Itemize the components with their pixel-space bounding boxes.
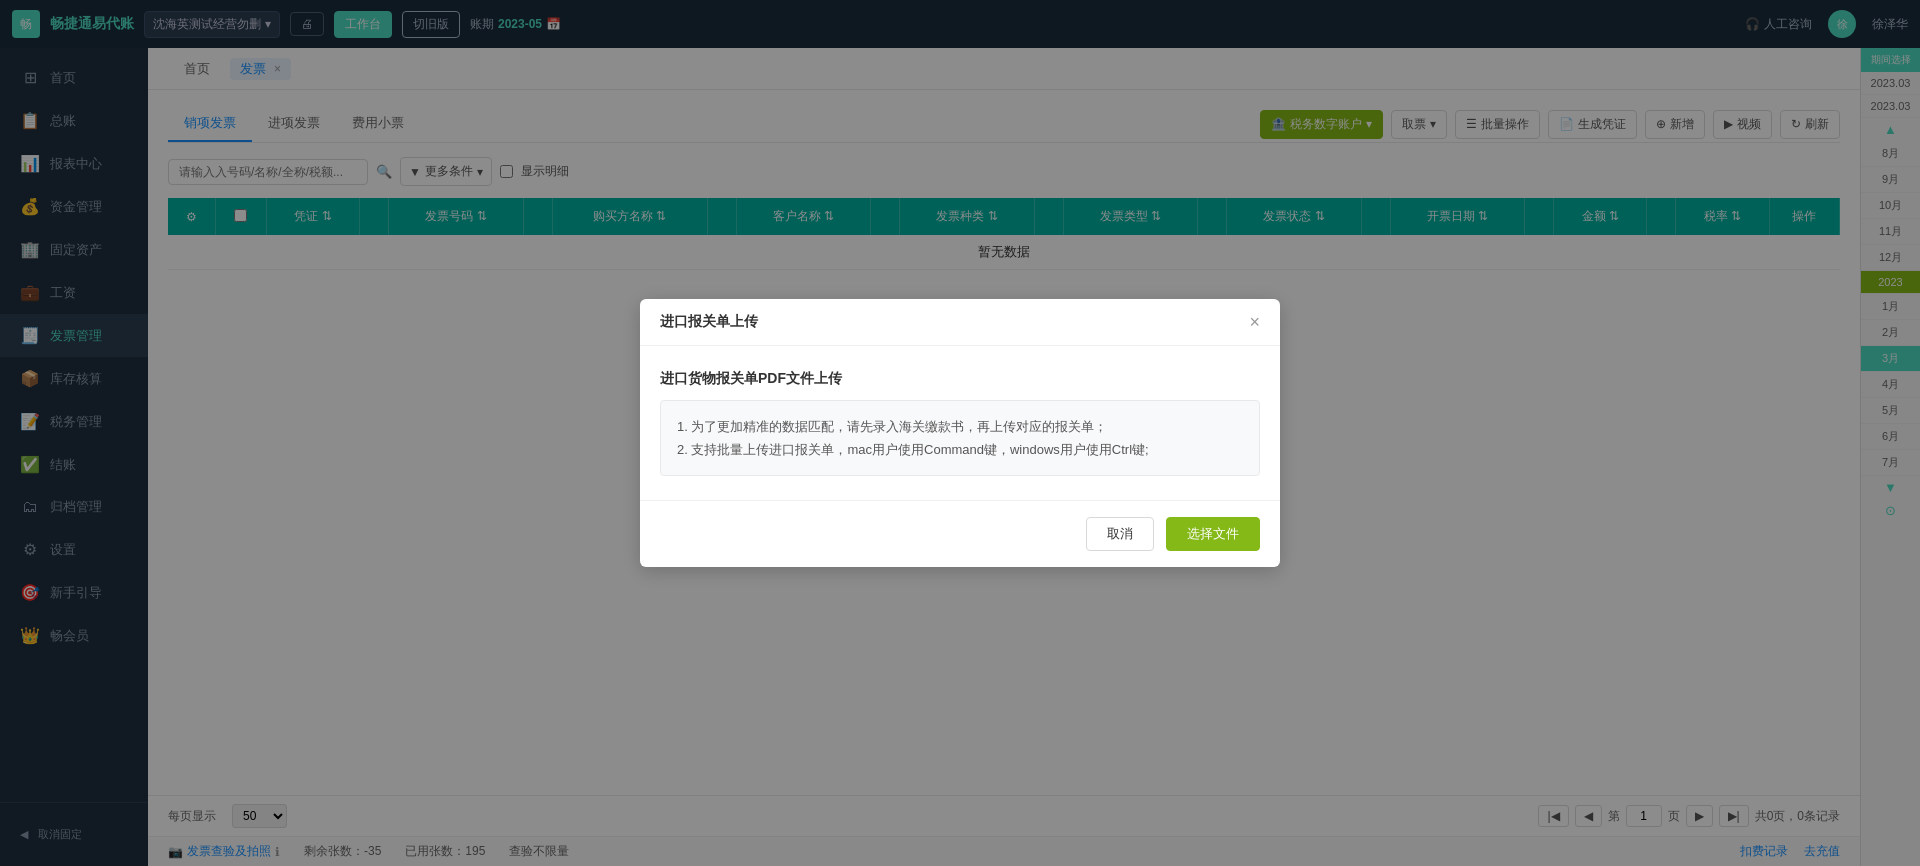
modal-close-btn[interactable]: ×: [1249, 313, 1260, 331]
modal-upload-title: 进口货物报关单PDF文件上传: [660, 370, 1260, 388]
modal-footer: 取消 选择文件: [640, 500, 1280, 567]
modal-info-item-1: 2. 支持批量上传进口报关单，mac用户使用Command键，windows用户…: [677, 438, 1243, 461]
modal-header: 进口报关单上传 ×: [640, 299, 1280, 346]
modal-info-box: 1. 为了更加精准的数据匹配，请先录入海关缴款书，再上传对应的报关单； 2. 支…: [660, 400, 1260, 477]
upload-modal: 进口报关单上传 × 进口货物报关单PDF文件上传 1. 为了更加精准的数据匹配，…: [640, 299, 1280, 568]
modal-confirm-btn[interactable]: 选择文件: [1166, 517, 1260, 551]
modal-body: 进口货物报关单PDF文件上传 1. 为了更加精准的数据匹配，请先录入海关缴款书，…: [640, 346, 1280, 501]
modal-overlay: 进口报关单上传 × 进口货物报关单PDF文件上传 1. 为了更加精准的数据匹配，…: [0, 0, 1920, 866]
modal-info-item-0: 1. 为了更加精准的数据匹配，请先录入海关缴款书，再上传对应的报关单；: [677, 415, 1243, 438]
modal-title: 进口报关单上传: [660, 313, 758, 331]
modal-cancel-btn[interactable]: 取消: [1086, 517, 1154, 551]
